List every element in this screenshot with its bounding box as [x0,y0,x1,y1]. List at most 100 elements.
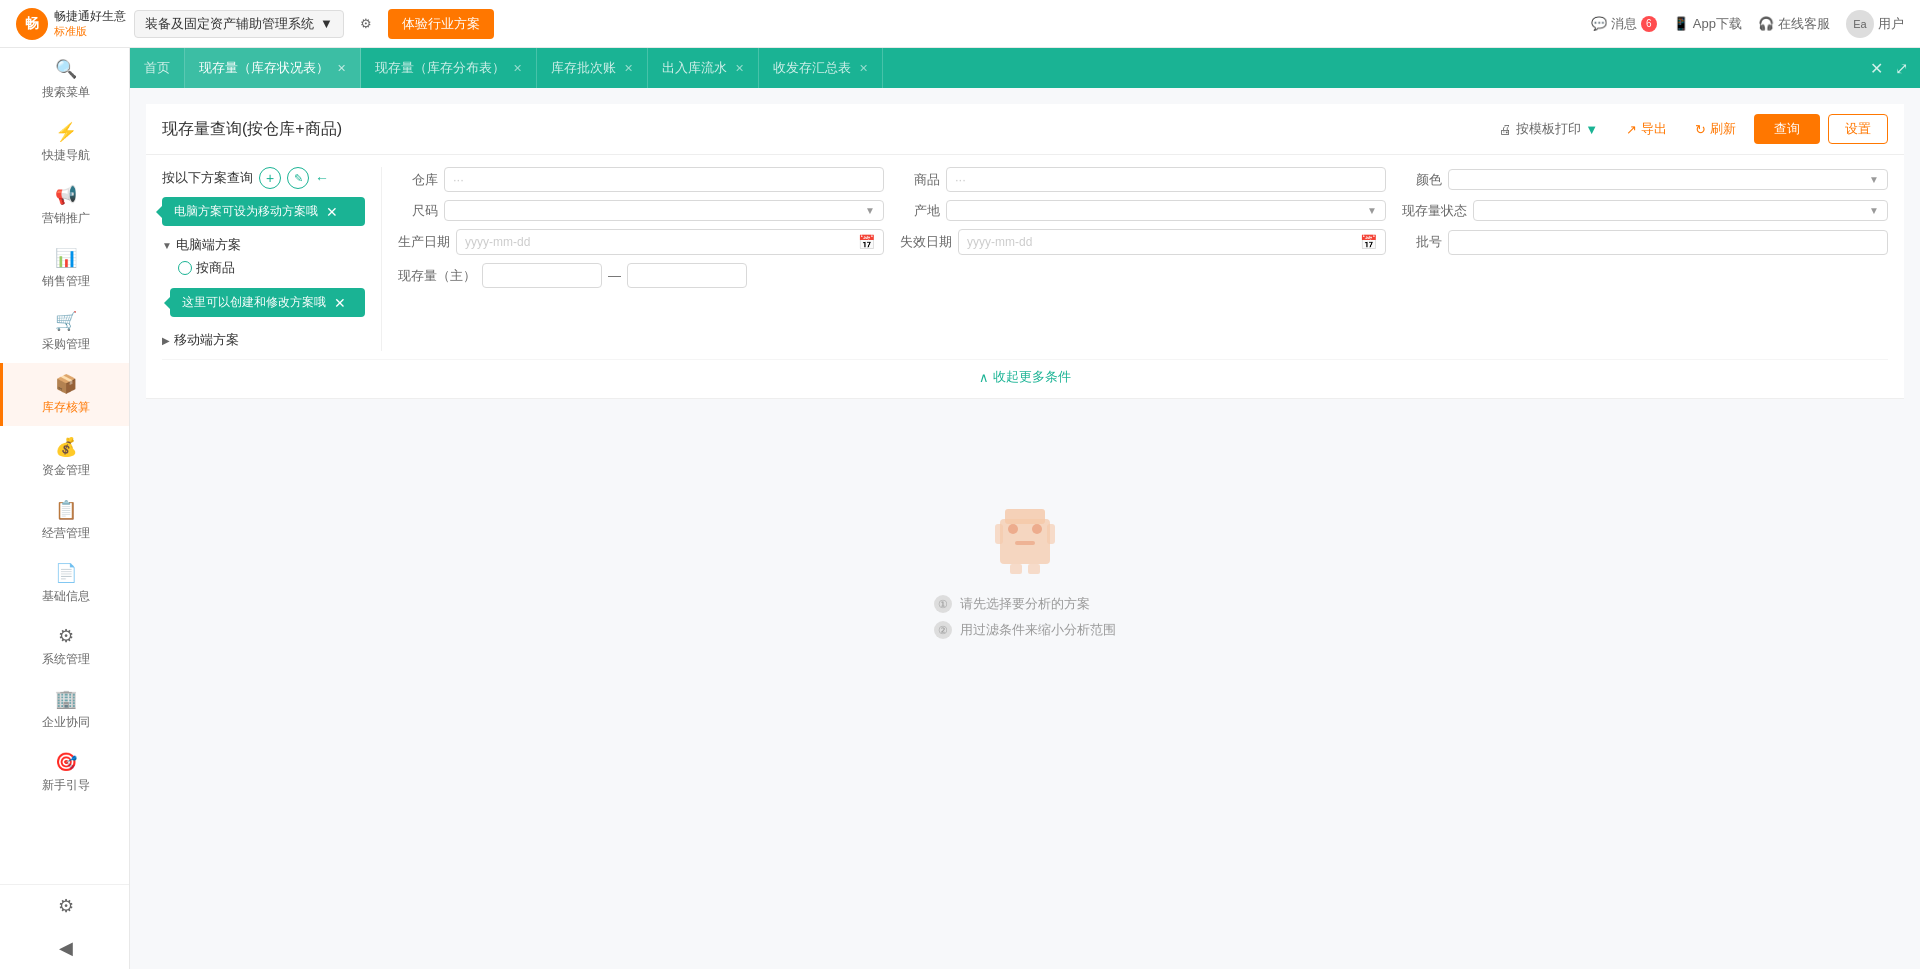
tab-inventory-batch[interactable]: 库存批次账 ✕ [537,48,648,88]
origin-chevron-icon: ▼ [1367,205,1377,216]
inv-status-select[interactable]: ▼ [1473,200,1888,221]
collapse-up-icon: ∧ [979,370,989,385]
sidebar-item-sales[interactable]: 📊 销售管理 [0,237,129,300]
sidebar-item-finance[interactable]: 💰 资金管理 [0,426,129,489]
sidebar-item-label: 营销推广 [42,210,90,227]
add-scheme-btn[interactable]: + [259,167,281,189]
warehouse-dots: ··· [453,172,464,187]
message-item[interactable]: 💬 消息 6 [1591,15,1657,33]
headset-icon: 🎧 [1758,16,1774,31]
online-support-item[interactable]: 🎧 在线客服 [1758,15,1830,33]
sidebar-item-purchase[interactable]: 🛒 采购管理 [0,300,129,363]
sidebar-item-operations[interactable]: 📋 经营管理 [0,489,129,552]
app-download-label: App下载 [1693,15,1742,33]
size-chevron-icon: ▼ [865,205,875,216]
scheme-tooltip: 电脑方案可设为移动方案哦 ✕ [162,197,365,226]
scheme-item-radio [178,261,192,275]
filter-size: 尺码 ▼ [398,200,884,221]
maximize-btn[interactable]: ⤢ [1891,55,1912,82]
goods-input[interactable]: ··· [946,167,1386,192]
filter-inv-status: 现存量状态 ▼ [1402,200,1888,221]
sidebar-item-search[interactable]: 🔍 搜索菜单 [0,48,129,111]
print-btn[interactable]: 🖨 按模板打印 ▼ [1489,115,1608,143]
refresh-icon: ↻ [1695,122,1706,137]
settings-icon[interactable]: ⚙ [352,10,380,38]
close-all-tabs-btn[interactable]: ✕ [1866,55,1887,82]
tab-inventory-dist[interactable]: 现存量（库存分布表） ✕ [361,48,537,88]
empty-hint-2: ② 用过滤条件来缩小分析范围 [934,621,1116,639]
inv-qty-from[interactable] [482,263,602,288]
origin-select[interactable]: ▼ [946,200,1386,221]
svg-rect-1 [1005,509,1045,524]
industry-btn[interactable]: 体验行业方案 [388,9,494,39]
refresh-btn[interactable]: ↻ 刷新 [1685,115,1746,143]
sidebar-item-system[interactable]: ⚙ 系统管理 [0,615,129,678]
top-bar: 畅 畅捷通好生意 标准版 装备及固定资产辅助管理系统 ▼ ⚙ 体验行业方案 💬 … [0,0,1920,48]
tooltip-close-btn[interactable]: ✕ [326,204,338,220]
tab-inout-flow[interactable]: 出入库流水 ✕ [648,48,759,88]
system-selector[interactable]: 装备及固定资产辅助管理系统 ▼ [134,10,344,38]
tab-close-icon[interactable]: ✕ [735,62,744,75]
arrow-icon[interactable]: ← [315,170,329,186]
sidebar-settings[interactable]: ⚙ [0,885,129,927]
sidebar-item-basic-info[interactable]: 📄 基础信息 [0,552,129,615]
tab-close-icon[interactable]: ✕ [513,62,522,75]
tab-recv-summary-label: 收发存汇总表 [773,59,851,77]
sidebar-collapse[interactable]: ◀ [0,927,129,969]
tab-close-icon[interactable]: ✕ [624,62,633,75]
export-btn[interactable]: ↗ 导出 [1616,115,1677,143]
size-select[interactable]: ▼ [444,200,884,221]
origin-label: 产地 [900,202,940,220]
mobile-arrow-icon: ▶ [162,335,170,346]
sidebar-item-label: 快捷导航 [42,147,90,164]
filter-color: 颜色 ▼ [1402,169,1888,190]
collapse-btn[interactable]: ∧ 收起更多条件 [979,368,1071,386]
scheme-panel: 按以下方案查询 + ✎ ← 电脑方案可设为移动方案哦 ✕ [162,167,382,351]
document-icon: 📄 [55,562,77,584]
tab-recv-summary[interactable]: 收发存汇总表 ✕ [759,48,883,88]
clipboard-icon: 📋 [55,499,77,521]
sidebar-item-marketing[interactable]: 📢 营销推广 [0,174,129,237]
reset-btn[interactable]: 设置 [1828,114,1888,144]
tab-close-icon[interactable]: ✕ [337,62,346,75]
sidebar-item-inventory[interactable]: 📦 库存核算 [0,363,129,426]
query-btn[interactable]: 查询 [1754,114,1820,144]
edit-scheme-btn[interactable]: ✎ [287,167,309,189]
sidebar-item-guide[interactable]: 🎯 新手引导 [0,741,129,804]
tab-home[interactable]: 首页 [130,48,185,88]
user-item[interactable]: Ea 用户 [1846,10,1904,38]
svg-rect-7 [1010,564,1022,574]
megaphone-icon: 📢 [55,184,77,206]
tab-close-icon[interactable]: ✕ [859,62,868,75]
warehouse-label: 仓库 [398,171,438,189]
color-select[interactable]: ▼ [1448,169,1888,190]
tab-bar: 首页 现存量（库存状况表） ✕ 现存量（库存分布表） ✕ 库存批次账 ✕ 出入库… [130,48,1920,88]
prod-date-input[interactable]: yyyy-mm-dd 📅 [456,229,884,255]
sidebar-item-quick-nav[interactable]: ⚡ 快捷导航 [0,111,129,174]
tooltip-create-close-btn[interactable]: ✕ [334,295,346,311]
sidebar-bottom: ⚙ ◀ [0,884,129,969]
exp-date-input[interactable]: yyyy-mm-dd 📅 [958,229,1386,255]
app-download-item[interactable]: 📱 App下载 [1673,15,1742,33]
mobile-scheme-header[interactable]: ▶ 移动端方案 [162,329,365,351]
collapse-arrow-icon: ▼ [162,240,172,251]
warehouse-input[interactable]: ··· [444,167,884,192]
empty-hint-1: ① 请先选择要分析的方案 [934,595,1116,613]
tab-inventory-status[interactable]: 现存量（库存状况表） ✕ [185,48,361,88]
calendar2-icon: 📅 [1360,234,1377,250]
filter-fields-panel: 仓库 ··· 商品 ··· [382,167,1888,292]
scheme-item-goods[interactable]: 按商品 [178,256,365,280]
desktop-scheme-items: 按商品 [162,256,365,280]
inv-qty-to[interactable] [627,263,747,288]
box-icon: 📦 [55,373,77,395]
filter-goods: 商品 ··· [900,167,1386,192]
top-right: 💬 消息 6 📱 App下载 🎧 在线客服 Ea 用户 [1591,10,1904,38]
hint-text-2: 用过滤条件来缩小分析范围 [960,621,1116,639]
desktop-scheme-header[interactable]: ▼ 电脑端方案 [162,234,365,256]
sidebar-item-enterprise[interactable]: 🏢 企业协同 [0,678,129,741]
refresh-label: 刷新 [1710,120,1736,138]
desktop-scheme-label: 电脑端方案 [176,236,241,254]
filter-exp-date: 失效日期 yyyy-mm-dd 📅 [900,229,1386,255]
hint-text-1: 请先选择要分析的方案 [960,595,1090,613]
batch-input[interactable] [1448,230,1888,255]
